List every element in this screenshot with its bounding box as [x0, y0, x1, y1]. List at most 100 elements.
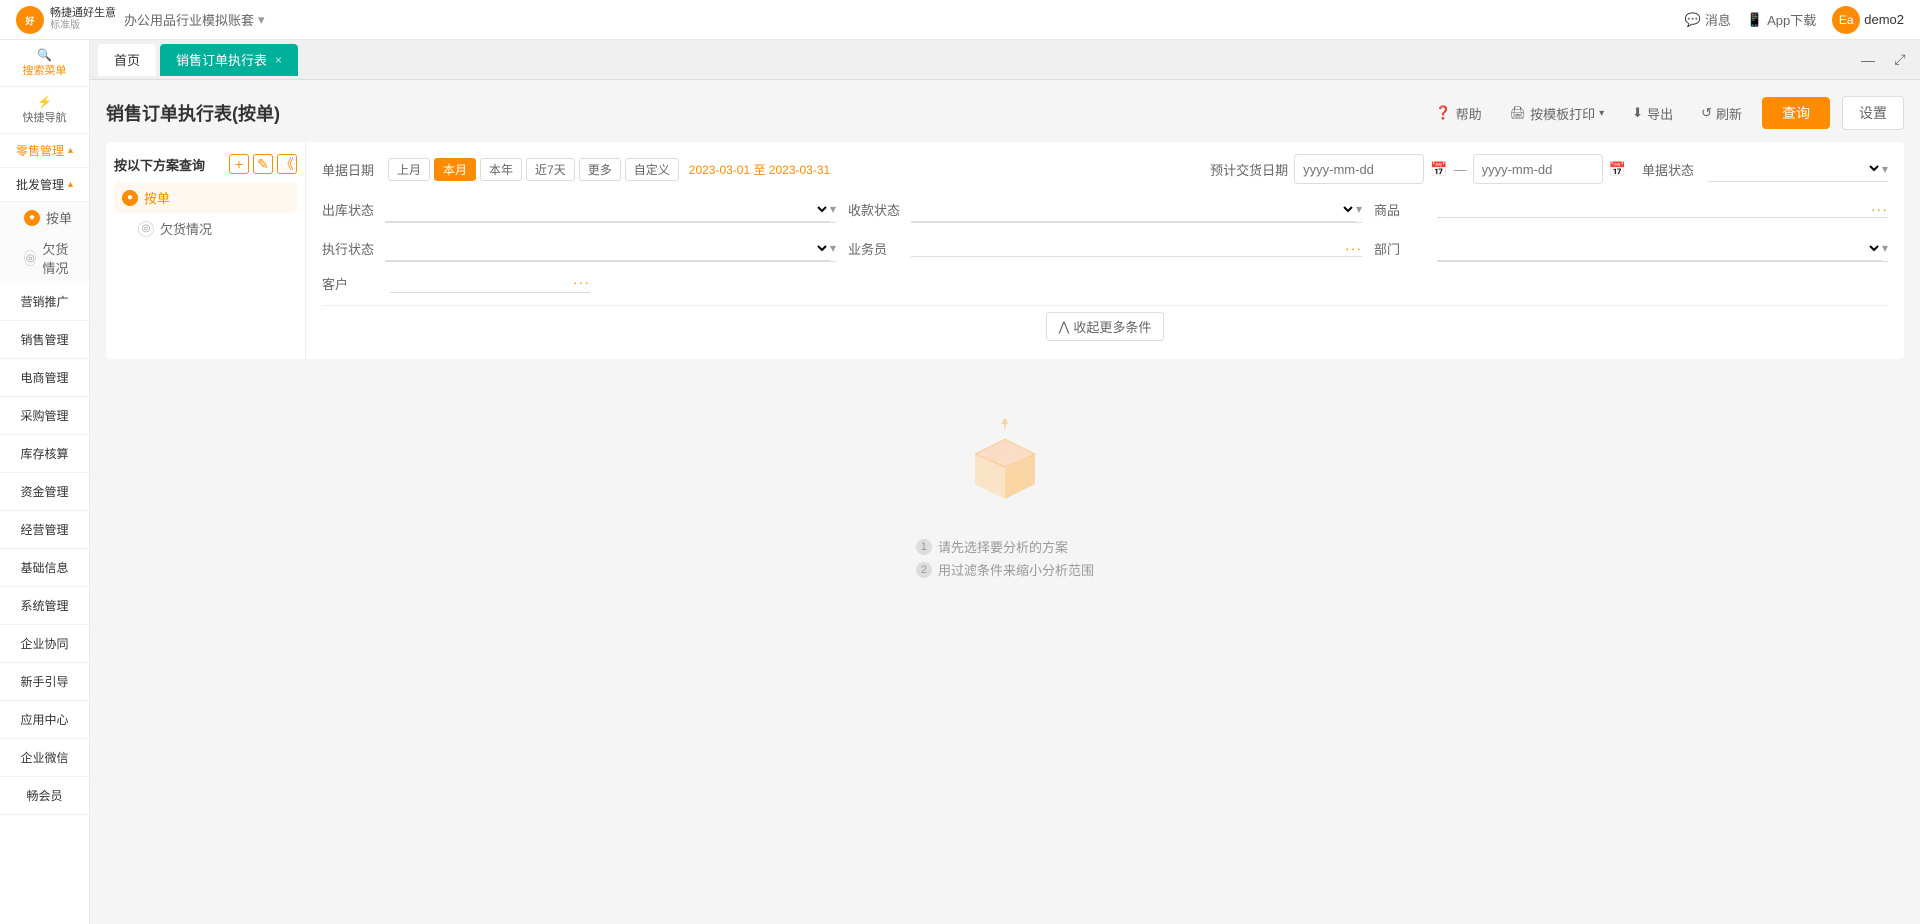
date-btn-近7天[interactable]: 近7天 — [526, 158, 575, 181]
help-button[interactable]: ❓ 帮助 — [1427, 100, 1489, 127]
cal-icon-2[interactable]: 📅 — [1609, 161, 1626, 178]
filter-main: 单据日期 上月 本月 本年 近7天 更多 自定义 2023-03-01 至 20… — [306, 142, 1904, 359]
filter-cell-出库状态: 出库状态 ▾ — [322, 196, 836, 223]
empty-illustration — [955, 419, 1055, 519]
出库状态-select[interactable] — [385, 196, 830, 222]
refresh-icon: ↺ — [1701, 105, 1712, 121]
sidebar-item-basic[interactable]: 基础信息 — [0, 549, 89, 587]
客户-label: 客户 — [322, 274, 382, 293]
filter-scheme-sidebar: 按以下方案查询 + ✎ 《 ● 按单 ◎ 欠货情况 — [106, 142, 306, 359]
scheme-item-按单[interactable]: ● 按单 — [114, 182, 297, 213]
wholesale-label: 批发管理 — [16, 176, 64, 193]
query-button[interactable]: 查询 — [1762, 97, 1830, 129]
export-button[interactable]: ⬇ 导出 — [1624, 100, 1681, 127]
sidebar-item-member[interactable]: 畅会员 — [0, 777, 89, 815]
empty-tips: 1 请先选择要分析的方案 2 用过滤条件来缩小分析范围 — [916, 535, 1094, 581]
filter-scheme-title: 按以下方案查询 — [114, 155, 205, 174]
empty-tip-1: 1 请先选择要分析的方案 — [916, 535, 1094, 558]
sidebar-sub-item-欠货情况[interactable]: ◎ 欠货情况 — [0, 233, 89, 283]
app-download-button[interactable]: 📱 App下载 — [1747, 10, 1816, 29]
date-quick-buttons: 上月 本月 本年 近7天 更多 自定义 — [388, 158, 679, 181]
export-icon: ⬇ — [1632, 105, 1643, 121]
filter-group-status: 单据状态 ▾ — [1642, 156, 1888, 182]
search-menu-item[interactable]: 🔍 搜索菜单 — [0, 40, 89, 87]
tab-maximize-button[interactable]: ⤢ — [1888, 48, 1912, 72]
avatar: Ea — [1832, 6, 1860, 34]
sidebar-item-business[interactable]: 经营管理 — [0, 511, 89, 549]
expected-date-label: 预计交货日期 — [1210, 160, 1288, 179]
sidebar-item-enterprise[interactable]: 企业协同 — [0, 625, 89, 663]
print-icon: 🖨 — [1510, 105, 1527, 121]
filter-cell-商品: 商品 ··· — [1374, 196, 1888, 223]
retail-label: 零售管理 — [16, 142, 64, 159]
page-actions: ❓ 帮助 🖨 按模板打印 ▾ ⬇ 导出 ↺ 刷新 — [1427, 96, 1904, 130]
filter-cell-业务员: 业务员 ··· — [848, 235, 1362, 262]
sidebar-item-guide[interactable]: 新手引导 — [0, 663, 89, 701]
wholesale-arrow: ▴ — [68, 179, 73, 190]
expected-date-from[interactable] — [1294, 154, 1424, 184]
scheme-collapse-button[interactable]: 《 — [277, 154, 297, 174]
date-btn-本月[interactable]: 本月 — [434, 158, 476, 181]
search-icon: 🔍 — [37, 48, 52, 62]
出库状态-chevron-icon: ▾ — [830, 202, 836, 216]
expected-date-to[interactable] — [1473, 154, 1603, 184]
执行状态-label: 执行状态 — [322, 239, 377, 258]
message-button[interactable]: 💬 消息 — [1685, 10, 1731, 29]
status-select[interactable] — [1708, 156, 1882, 181]
sidebar-item-sales[interactable]: 销售管理 — [0, 321, 89, 359]
部门-chevron-icon: ▾ — [1882, 241, 1888, 255]
部门-label: 部门 — [1374, 239, 1429, 258]
scheme-edit-button[interactable]: ✎ — [253, 154, 273, 174]
sidebar: 🔍 搜索菜单 ⚡ 快捷导航 零售管理 ▴ 批发管理 ▴ ● 按单 ◎ 欠货情况 … — [0, 40, 90, 924]
filter-row-2: 出库状态 ▾ 收款状态 — [322, 196, 1888, 223]
收款状态-chevron-icon: ▾ — [1356, 202, 1362, 216]
message-icon: 💬 — [1685, 12, 1701, 28]
quick-nav-item[interactable]: ⚡ 快捷导航 — [0, 87, 89, 134]
help-icon: ❓ — [1435, 105, 1451, 121]
商品-label: 商品 — [1374, 200, 1429, 219]
sidebar-item-system[interactable]: 系统管理 — [0, 587, 89, 625]
filter-cell-执行状态: 执行状态 ▾ — [322, 235, 836, 262]
sidebar-sub-item-按单[interactable]: ● 按单 — [0, 202, 89, 233]
sidebar-item-purchase[interactable]: 采购管理 — [0, 397, 89, 435]
user-area[interactable]: Ea demo2 — [1832, 6, 1904, 34]
date-label: 单据日期 — [322, 160, 382, 179]
nav-icon: ⚡ — [37, 95, 52, 109]
filter-row-3: 执行状态 ▾ 业务员 ··· — [322, 235, 1888, 262]
tab-sales-order[interactable]: 销售订单执行表 × — [160, 44, 298, 76]
scheme-add-button[interactable]: + — [229, 154, 249, 174]
date-btn-自定义[interactable]: 自定义 — [625, 158, 679, 181]
sidebar-item-retail[interactable]: 零售管理 ▴ — [0, 134, 89, 168]
cal-icon-1[interactable]: 📅 — [1430, 161, 1447, 178]
sidebar-item-appstore[interactable]: 应用中心 — [0, 701, 89, 739]
refresh-button[interactable]: ↺ 刷新 — [1693, 100, 1750, 127]
date-btn-更多[interactable]: 更多 — [579, 158, 621, 181]
sidebar-item-wechat[interactable]: 企业微信 — [0, 739, 89, 777]
sidebar-item-finance[interactable]: 资金管理 — [0, 473, 89, 511]
scheme-sub-item-欠货情况[interactable]: ◎ 欠货情况 — [114, 213, 297, 244]
sidebar-item-wholesale[interactable]: 批发管理 ▴ — [0, 168, 89, 202]
tab-home[interactable]: 首页 — [98, 44, 156, 76]
breadcrumb[interactable]: 办公用品行业模拟账套 ▾ — [124, 10, 265, 29]
执行状态-select[interactable] — [385, 235, 830, 261]
collapse-button[interactable]: ⋀ 收起更多条件 — [1046, 312, 1165, 341]
print-button[interactable]: 🖨 按模板打印 ▾ — [1502, 100, 1613, 127]
部门-select[interactable] — [1437, 235, 1882, 261]
date-btn-上月[interactable]: 上月 — [388, 158, 430, 181]
settings-button[interactable]: 设置 — [1842, 96, 1904, 130]
商品-dots-button[interactable]: ··· — [1871, 201, 1888, 217]
客户-dots-button[interactable]: ··· — [573, 274, 590, 290]
print-arrow-icon: ▾ — [1599, 108, 1604, 119]
sidebar-item-marketing[interactable]: 营销推广 — [0, 283, 89, 321]
sidebar-item-inventory[interactable]: 库存核算 — [0, 435, 89, 473]
欠货情况-icon: ◎ — [24, 250, 36, 266]
sidebar-item-ecommerce[interactable]: 电商管理 — [0, 359, 89, 397]
date-btn-本年[interactable]: 本年 — [480, 158, 522, 181]
收款状态-select[interactable] — [911, 196, 1356, 222]
tab-minimize-button[interactable]: — — [1856, 48, 1880, 72]
tab-close-icon[interactable]: × — [275, 53, 282, 67]
download-icon: 📱 — [1747, 12, 1763, 28]
date-separator: — — [1454, 162, 1467, 177]
业务员-dots-button[interactable]: ··· — [1345, 240, 1362, 256]
collapse-bar: ⋀ 收起更多条件 — [322, 305, 1888, 347]
